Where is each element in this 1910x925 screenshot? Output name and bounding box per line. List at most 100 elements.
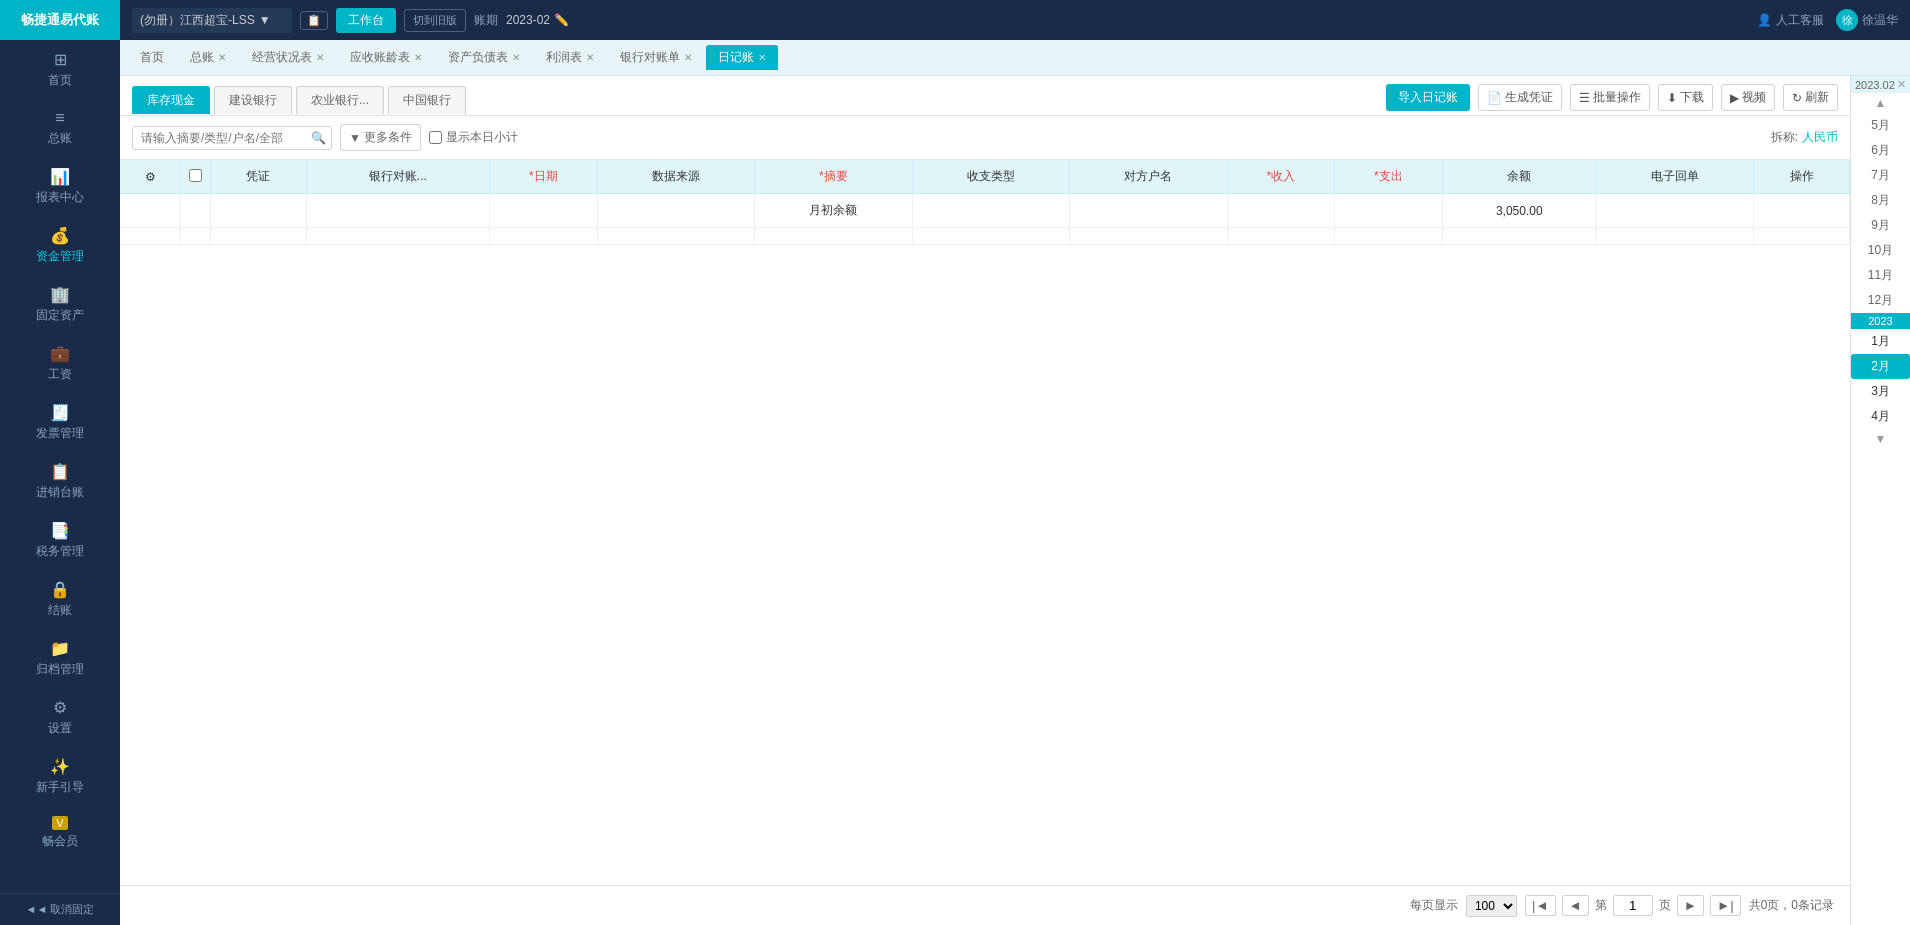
row2-ebill: [1596, 228, 1753, 245]
last-page-btn[interactable]: ►|: [1710, 895, 1741, 916]
page-suffix: 页: [1659, 897, 1671, 914]
more-filter-btn[interactable]: ▼ 更多条件: [340, 124, 421, 151]
page-input[interactable]: [1613, 895, 1653, 916]
calendar-month-2-active[interactable]: 2月: [1851, 354, 1910, 379]
download-btn[interactable]: ⬇ 下载: [1658, 84, 1713, 111]
import-journal-btn[interactable]: 导入日记账: [1386, 84, 1470, 111]
customer-service-btn[interactable]: 👤 人工客服: [1757, 12, 1824, 29]
col-ebill: 电子回单: [1596, 160, 1753, 194]
sidebar-item-invoice[interactable]: 🧾 发票管理: [0, 393, 120, 452]
sidebar-item-guide[interactable]: ✨ 新手引导: [0, 747, 120, 806]
sidebar-item-tax[interactable]: 📑 税务管理: [0, 511, 120, 570]
period-edit-icon[interactable]: ✏️: [554, 13, 569, 27]
company-name: (勿册）江西超宝-LSS: [140, 12, 255, 29]
sidebar-item-reports[interactable]: 📊 报表中心: [0, 157, 120, 216]
row2-balance: [1442, 228, 1596, 245]
sidebar-item-salary[interactable]: 💼 工资: [0, 334, 120, 393]
tab-assets-close[interactable]: ✕: [512, 52, 520, 63]
company-selector[interactable]: (勿册）江西超宝-LSS ▼: [132, 8, 292, 33]
tab-journal-close[interactable]: ✕: [758, 52, 766, 63]
sub-tab-nongye[interactable]: 农业银行...: [296, 86, 384, 114]
row2-data-source: [597, 228, 754, 245]
tax-icon: 📑: [50, 521, 70, 540]
sidebar-item-settings-label: 设置: [48, 720, 72, 737]
calendar-month-11[interactable]: 11月: [1851, 263, 1910, 288]
sub-tab-cash[interactable]: 库存现金: [132, 86, 210, 114]
calendar-nav-down[interactable]: ▼: [1851, 429, 1910, 449]
sub-tab-jianshe[interactable]: 建设银行: [214, 86, 292, 114]
row1-summary: 月初余额: [755, 194, 912, 228]
generate-voucher-btn[interactable]: 📄 生成凭证: [1478, 84, 1562, 111]
tab-profit-close[interactable]: ✕: [586, 52, 594, 63]
calendar-month-1[interactable]: 1月: [1851, 329, 1910, 354]
calendar-month-4[interactable]: 4月: [1851, 404, 1910, 429]
row1-action: [1754, 194, 1850, 228]
row2-expense: [1335, 228, 1443, 245]
tab-bank-close[interactable]: ✕: [684, 52, 692, 63]
sidebar-item-purchase[interactable]: 📋 进销台账: [0, 452, 120, 511]
sidebar-item-home[interactable]: ⊞ 首页: [0, 40, 120, 99]
funds-icon: 💰: [50, 226, 70, 245]
voucher-icon: 📄: [1487, 91, 1502, 105]
sidebar-item-close[interactable]: 🔒 结账: [0, 570, 120, 629]
calendar-nav-up[interactable]: ▲: [1851, 93, 1910, 113]
row1-income: [1227, 194, 1335, 228]
tab-profit[interactable]: 利润表 ✕: [534, 45, 606, 70]
sidebar-item-member-label: 畅会员: [42, 833, 78, 850]
calendar-month-6[interactable]: 6月: [1851, 138, 1910, 163]
col-settings[interactable]: ⚙: [120, 160, 181, 194]
tab-ledger-close[interactable]: ✕: [218, 52, 226, 63]
video-btn[interactable]: ▶ 视频: [1721, 84, 1775, 111]
calendar-month-3[interactable]: 3月: [1851, 379, 1910, 404]
first-page-btn[interactable]: |◄: [1525, 895, 1556, 916]
sidebar-item-member[interactable]: V 畅会员: [0, 806, 120, 860]
select-all-checkbox[interactable]: [189, 169, 202, 182]
search-input[interactable]: [132, 126, 332, 150]
row1-data-source: [597, 194, 754, 228]
row2-income: [1227, 228, 1335, 245]
tab-operation-label: 经营状况表: [252, 49, 312, 66]
calendar-month-12[interactable]: 12月: [1851, 288, 1910, 313]
tab-operation[interactable]: 经营状况表 ✕: [240, 45, 336, 70]
row1-voucher: [211, 194, 307, 228]
calendar-month-9[interactable]: 9月: [1851, 213, 1910, 238]
tab-bank[interactable]: 银行对账单 ✕: [608, 45, 704, 70]
tab-journal[interactable]: 日记账 ✕: [706, 45, 778, 70]
refresh-btn[interactable]: ↻ 刷新: [1783, 84, 1838, 111]
show-daily-label[interactable]: 显示本日小计: [429, 129, 518, 146]
sidebar-item-assets[interactable]: 🏢 固定资产: [0, 275, 120, 334]
tab-home[interactable]: 首页: [128, 45, 176, 70]
sidebar-item-ledger[interactable]: ≡ 总账: [0, 99, 120, 157]
tab-operation-close[interactable]: ✕: [316, 52, 324, 63]
page-size-select[interactable]: 100 50 200: [1466, 895, 1517, 917]
calendar-month-7[interactable]: 7月: [1851, 163, 1910, 188]
old-version-btn[interactable]: 切到旧版: [404, 9, 466, 32]
calendar-month-8[interactable]: 8月: [1851, 188, 1910, 213]
col-voucher: 凭证: [211, 160, 307, 194]
calendar-month-5[interactable]: 5月: [1851, 113, 1910, 138]
sidebar-item-funds[interactable]: 💰 资金管理: [0, 216, 120, 275]
workbench-btn[interactable]: 工作台: [336, 8, 396, 33]
tab-receivable-close[interactable]: ✕: [414, 52, 422, 63]
tab-ledger[interactable]: 总账 ✕: [178, 45, 238, 70]
search-icon[interactable]: 🔍: [311, 131, 326, 145]
next-page-btn[interactable]: ►: [1677, 895, 1704, 916]
batch-op-btn[interactable]: ☰ 批量操作: [1570, 84, 1650, 111]
close-calendar-btn[interactable]: ✕: [1897, 78, 1906, 91]
collapse-sidebar-btn[interactable]: ◄◄ 取消固定: [0, 893, 120, 925]
pagination: |◄ ◄ 第 页 ► ►|: [1525, 895, 1741, 916]
tab-receivable[interactable]: 应收账龄表 ✕: [338, 45, 434, 70]
show-daily-checkbox[interactable]: [429, 131, 442, 144]
sidebar-item-archive[interactable]: 📁 归档管理: [0, 629, 120, 688]
calendar-month-10[interactable]: 10月: [1851, 238, 1910, 263]
prev-page-btn[interactable]: ◄: [1562, 895, 1589, 916]
row2-voucher: [211, 228, 307, 245]
archive-icon: 📁: [50, 639, 70, 658]
currency-value[interactable]: 人民币: [1802, 129, 1838, 146]
sidebar-item-invoice-label: 发票管理: [36, 425, 84, 442]
copy-company-btn[interactable]: 📋: [300, 11, 328, 30]
sub-tab-zhongguo[interactable]: 中国银行: [388, 86, 466, 114]
user-avatar-btn[interactable]: 徐 徐温华: [1836, 9, 1898, 31]
tab-assets[interactable]: 资产负债表 ✕: [436, 45, 532, 70]
sidebar-item-settings[interactable]: ⚙ 设置: [0, 688, 120, 747]
